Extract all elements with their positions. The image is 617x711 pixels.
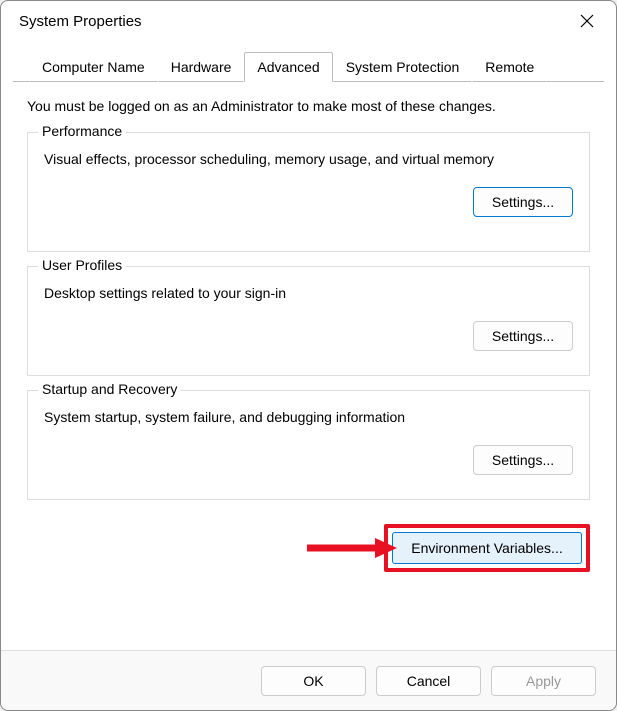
cancel-button[interactable]: Cancel [376,666,481,696]
intro-text: You must be logged on as an Administrato… [27,98,590,114]
group-startup-desc: System startup, system failure, and debu… [44,409,573,425]
dialog-footer: OK Cancel Apply [1,650,616,710]
performance-settings-button[interactable]: Settings... [473,187,573,217]
group-performance-desc: Visual effects, processor scheduling, me… [44,151,573,167]
group-performance-legend: Performance [38,123,126,139]
environment-variables-button[interactable]: Environment Variables... [392,532,582,564]
tab-system-protection[interactable]: System Protection [333,52,473,82]
group-user-profiles-desc: Desktop settings related to your sign-in [44,285,573,301]
group-performance: Performance Visual effects, processor sc… [27,132,590,252]
title-bar: System Properties [1,1,616,41]
tab-hardware[interactable]: Hardware [158,52,245,82]
tab-advanced[interactable]: Advanced [244,52,332,82]
startup-settings-button[interactable]: Settings... [473,445,573,475]
group-user-profiles-legend: User Profiles [38,257,126,273]
user-profiles-settings-button[interactable]: Settings... [473,321,573,351]
group-startup-legend: Startup and Recovery [38,381,181,397]
group-startup-recovery: Startup and Recovery System startup, sys… [27,390,590,500]
tab-remote[interactable]: Remote [472,52,547,82]
tab-computer-name[interactable]: Computer Name [29,52,158,82]
tabs: Computer Name Hardware Advanced System P… [13,51,604,82]
tab-content: You must be logged on as an Administrato… [1,82,616,650]
close-button[interactable] [572,6,602,36]
window-title: System Properties [19,13,142,30]
red-highlight-annotation: Environment Variables... [384,524,590,572]
system-properties-window: System Properties Computer Name Hardware… [0,0,617,711]
ok-button[interactable]: OK [261,666,366,696]
group-user-profiles: User Profiles Desktop settings related t… [27,266,590,376]
apply-button[interactable]: Apply [491,666,596,696]
env-var-row: Environment Variables... [27,524,590,572]
close-icon [580,14,594,28]
